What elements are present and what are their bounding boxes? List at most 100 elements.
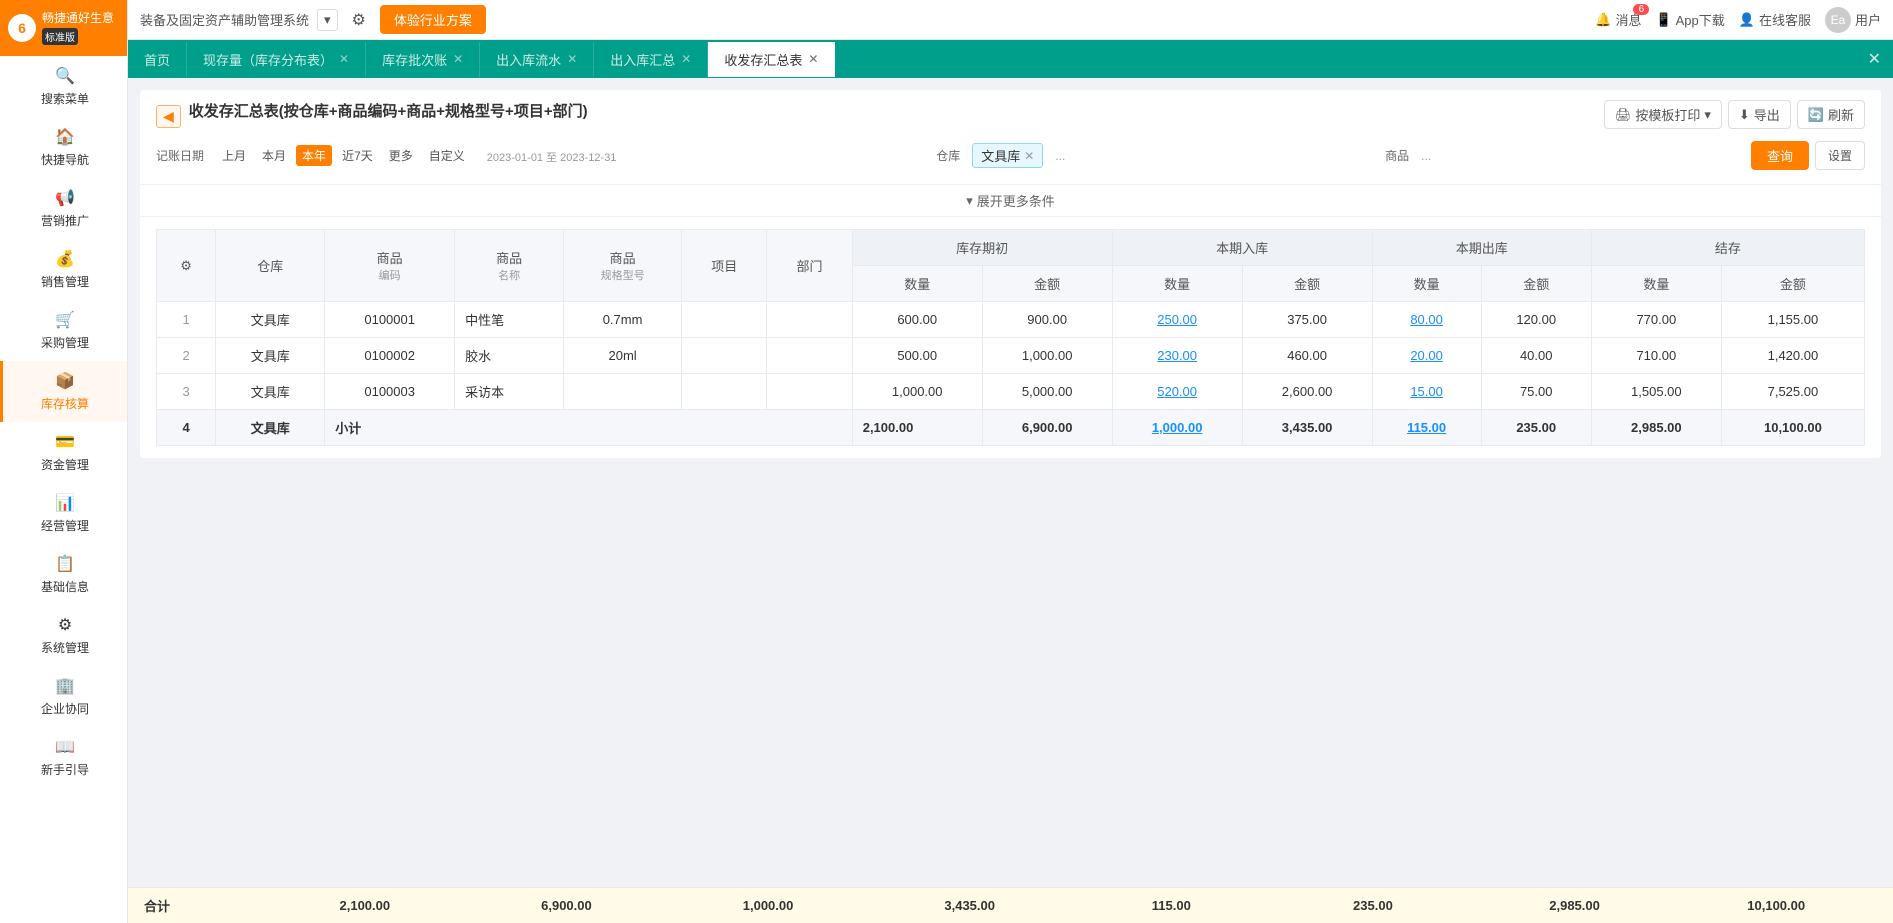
print-button[interactable]: 🖨 按模板打印 ▾ [1604, 100, 1722, 129]
date-shortcut-this-month[interactable]: 本月 [256, 145, 292, 166]
user-menu[interactable]: Ea 用户 [1825, 7, 1881, 33]
sidebar-item-guide[interactable]: 📖 新手引导 [0, 727, 127, 788]
date-shortcut-last-month[interactable]: 上月 [216, 145, 252, 166]
warehouse-tag-close[interactable]: ✕ [1024, 149, 1034, 163]
sidebar-item-inventory[interactable]: 📦 库存核算 [0, 361, 127, 422]
total-out-amt: 235.00 [1272, 898, 1474, 913]
sidebar-item-enterprise[interactable]: 🏢 企业协同 [0, 666, 127, 727]
sidebar-item-purchase[interactable]: 🛒 采购管理 [0, 300, 127, 361]
print-label: 按模板打印 [1635, 105, 1700, 124]
page-header: ◀ 收发存汇总表(按仓库+商品编码+商品+规格型号+项目+部门) 🖨 按模板打印… [140, 90, 1881, 133]
sidebar-item-finance[interactable]: 💳 资金管理 [0, 422, 127, 483]
tab-inventory-dist-close[interactable]: ✕ [339, 53, 349, 65]
footer-cells: 2,100.00 6,900.00 1,000.00 3,435.00 115.… [264, 898, 1877, 913]
subtotal-out-amt: 235.00 [1481, 410, 1591, 446]
tab-in-out-summary[interactable]: 出入库汇总 ✕ [594, 42, 708, 77]
row-3-opening-amt: 5,000.00 [982, 374, 1112, 410]
system-dropdown[interactable]: ▾ [317, 9, 338, 31]
print-dropdown-icon: ▾ [1704, 107, 1711, 123]
sidebar-item-system[interactable]: ⚙ 系统管理 [0, 605, 127, 666]
subtotal-balance-amt: 10,100.00 [1721, 410, 1864, 446]
table-settings-button[interactable]: 设置 [1815, 141, 1865, 170]
tab-inventory-dist[interactable]: 现存量（库存分布表） ✕ [187, 42, 366, 77]
th-code: 商品编码 [325, 230, 455, 302]
tab-in-out-flow[interactable]: 出入库流水 ✕ [480, 42, 594, 77]
row-1-in-qty[interactable]: 250.00 [1112, 302, 1242, 338]
subtotal-out-qty[interactable]: 115.00 [1372, 410, 1481, 446]
tab-batch-ledger-label: 库存批次账 [382, 50, 447, 69]
notifications-button[interactable]: 🔔 消息 6 [1595, 10, 1641, 29]
tab-home[interactable]: 首页 [128, 42, 187, 77]
refresh-icon: 🔄 [1808, 107, 1824, 123]
sidebar-item-marketing[interactable]: 📢 营销推广 [0, 178, 127, 239]
sidebar-item-sales[interactable]: 💰 销售管理 [0, 239, 127, 300]
tab-receipt-summary[interactable]: 收发存汇总表 ✕ [708, 42, 835, 77]
trial-button[interactable]: 体验行业方案 [380, 5, 486, 34]
date-shortcut-more[interactable]: 更多 [383, 145, 419, 166]
row-2-name: 胶水 [455, 338, 564, 374]
row-2-in-amt: 460.00 [1242, 338, 1372, 374]
row-2-out-qty[interactable]: 20.00 [1372, 338, 1481, 374]
sidebar-item-purchase-label: 采购管理 [41, 334, 89, 351]
export-label: 导出 [1754, 105, 1780, 124]
date-shortcut-custom[interactable]: 自定义 [423, 145, 471, 166]
th-settings[interactable]: ⚙ [157, 230, 216, 302]
sidebar-item-search[interactable]: 🔍 搜索菜单 [0, 56, 127, 117]
th-balance-group: 结存 [1591, 230, 1864, 266]
subtotal-in-qty[interactable]: 1,000.00 [1112, 410, 1242, 446]
collapse-toggle[interactable]: ◀ [156, 105, 181, 128]
date-shortcut-7days[interactable]: 近7天 [336, 145, 379, 166]
th-balance-qty: 数量 [1591, 266, 1721, 302]
online-service-button[interactable]: 👤 在线客服 [1739, 10, 1811, 29]
th-in-group: 本期入库 [1112, 230, 1372, 266]
date-shortcut-this-year[interactable]: 本年 [296, 145, 332, 166]
warehouse-more[interactable]: ... [1055, 149, 1065, 163]
row-2-in-qty[interactable]: 230.00 [1112, 338, 1242, 374]
tabbar: 首页 现存量（库存分布表） ✕ 库存批次账 ✕ 出入库流水 ✕ 出入库汇总 ✕ … [128, 40, 1893, 78]
query-button[interactable]: 查询 [1751, 141, 1809, 170]
tab-batch-ledger-close[interactable]: ✕ [453, 53, 463, 65]
subtotal-row: 4 文具库 小计 2,100.00 6,900.00 1,000.00 3,43… [157, 410, 1865, 446]
tab-in-out-flow-close[interactable]: ✕ [567, 53, 577, 65]
goods-filter-label: 商品 [1385, 147, 1409, 164]
topbar-right: 🔔 消息 6 📱 App下载 👤 在线客服 Ea 用户 [1595, 7, 1881, 33]
row-3-balance-qty: 1,505.00 [1591, 374, 1721, 410]
row-3-in-qty[interactable]: 520.00 [1112, 374, 1242, 410]
table-footer: 合计 2,100.00 6,900.00 1,000.00 3,435.00 1… [128, 887, 1893, 923]
row-3-out-qty[interactable]: 15.00 [1372, 374, 1481, 410]
tab-in-out-summary-close[interactable]: ✕ [681, 53, 691, 65]
expand-more-label: 展开更多条件 [977, 191, 1055, 210]
tab-batch-ledger[interactable]: 库存批次账 ✕ [366, 42, 480, 77]
online-service-label: 在线客服 [1759, 10, 1811, 29]
system-name: 装备及固定资产辅助管理系统 [140, 10, 309, 29]
row-1-in-amt: 375.00 [1242, 302, 1372, 338]
sidebar-item-system-label: 系统管理 [41, 639, 89, 656]
total-out-qty: 115.00 [1071, 898, 1273, 913]
total-balance-qty: 2,985.00 [1474, 898, 1676, 913]
close-all-tabs-button[interactable]: ✕ [1856, 41, 1893, 77]
row-3-warehouse: 文具库 [216, 374, 325, 410]
sidebar-item-operations[interactable]: 📊 经营管理 [0, 483, 127, 544]
export-button[interactable]: ⬇ 导出 [1728, 100, 1791, 129]
inventory-icon: 📦 [55, 371, 75, 391]
th-in-qty: 数量 [1112, 266, 1242, 302]
row-2-opening-qty: 500.00 [852, 338, 982, 374]
tab-inventory-dist-label: 现存量（库存分布表） [203, 50, 333, 69]
expand-more-button[interactable]: ▾ 展开更多条件 [966, 191, 1055, 210]
app-download-button[interactable]: 📱 App下载 [1655, 10, 1724, 29]
row-3-project [682, 374, 767, 410]
settings-icon[interactable]: ⚙ [346, 8, 372, 32]
row-1-department [767, 302, 852, 338]
refresh-button[interactable]: 🔄 刷新 [1797, 100, 1865, 129]
tab-receipt-summary-close[interactable]: ✕ [808, 53, 818, 65]
finance-icon: 💳 [55, 432, 75, 452]
th-spec: 商品规格型号 [564, 230, 682, 302]
row-1-out-qty[interactable]: 80.00 [1372, 302, 1481, 338]
row-1-balance-qty: 770.00 [1591, 302, 1721, 338]
sidebar-item-quick-nav[interactable]: 🏠 快捷导航 [0, 117, 127, 178]
sidebar-item-basic-info[interactable]: 📋 基础信息 [0, 544, 127, 605]
table-container: ⚙ 仓库 商品编码 商品名称 商品规格型号 项目 部门 库存期初 本期入库 本期… [140, 217, 1881, 458]
row-3-spec [564, 374, 682, 410]
goods-more[interactable]: ... [1421, 149, 1431, 163]
row-2-project [682, 338, 767, 374]
